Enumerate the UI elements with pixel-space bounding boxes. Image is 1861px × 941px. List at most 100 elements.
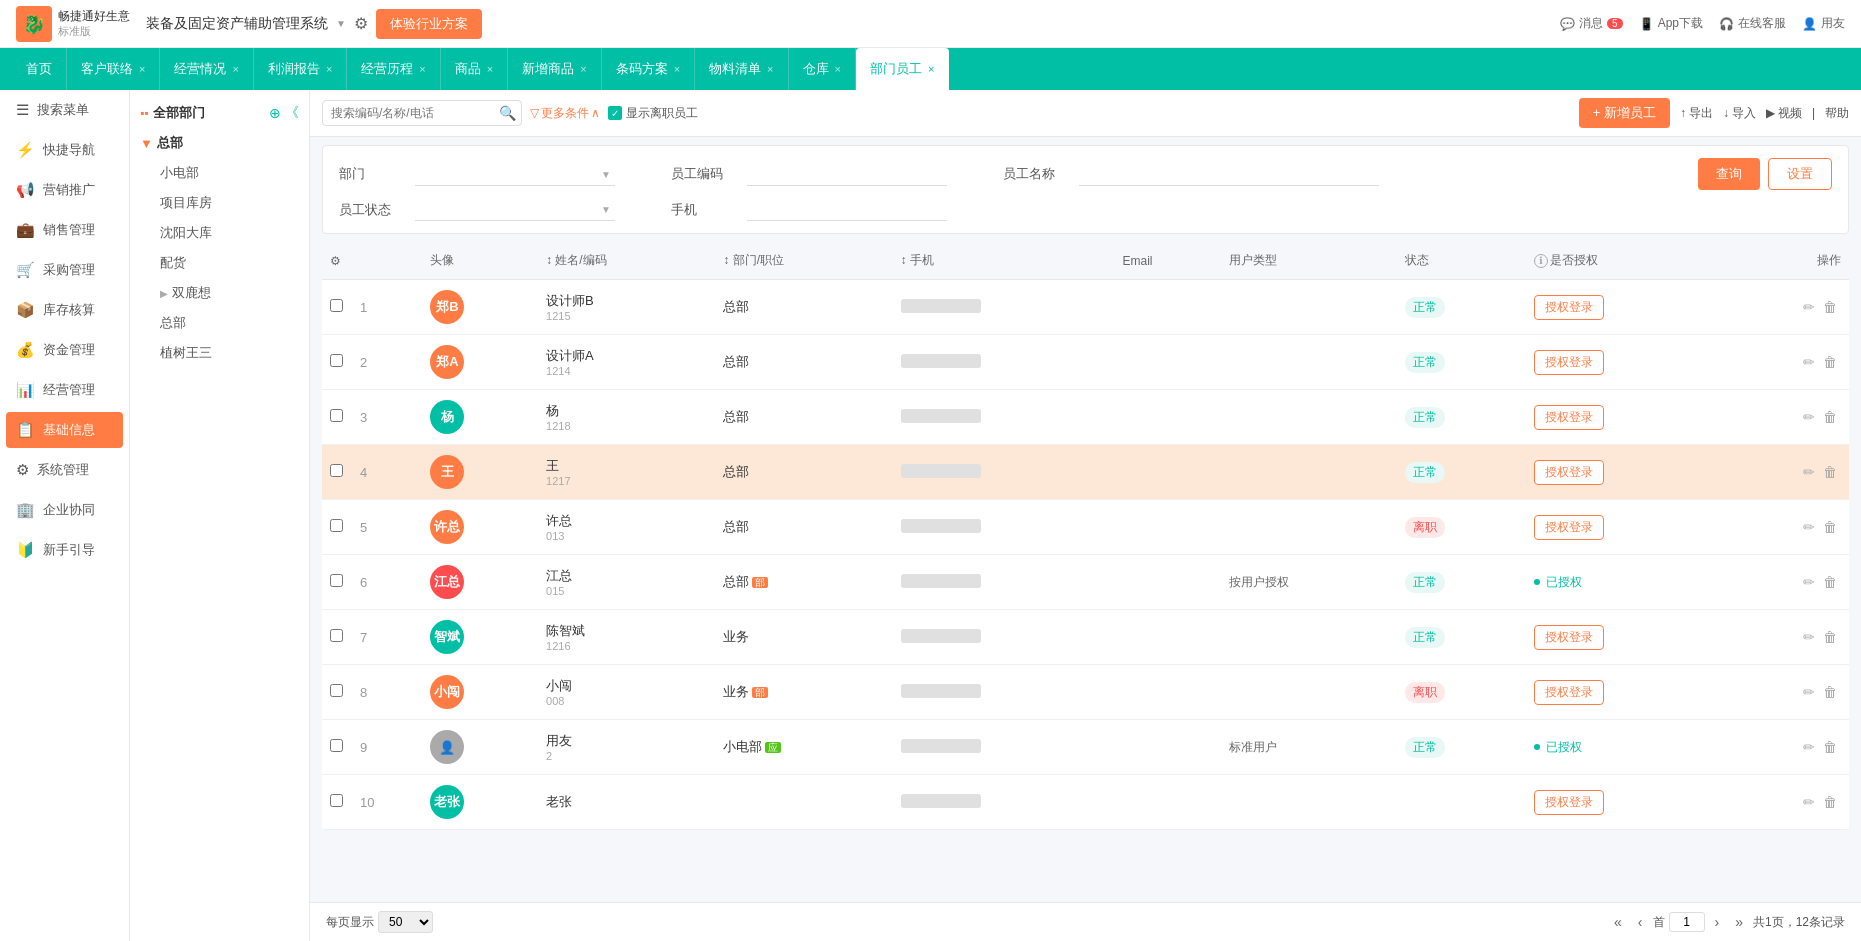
auth-btn[interactable]: 授权登录	[1534, 405, 1604, 430]
tree-item-zhishu[interactable]: 植树王三	[130, 338, 309, 368]
col-name[interactable]: ↕ 姓名/编码	[538, 242, 715, 280]
tab-close-icon[interactable]: ×	[674, 63, 680, 75]
help-text-btn[interactable]: 帮助	[1825, 105, 1849, 122]
auth-btn[interactable]: 授权登录	[1534, 515, 1604, 540]
tab-close-icon[interactable]: ×	[326, 63, 332, 75]
edit-btn[interactable]: ✏	[1803, 299, 1815, 315]
search-input[interactable]	[322, 100, 522, 126]
nav-tab-物料清单[interactable]: 物料清单×	[695, 48, 788, 90]
row-checkbox[interactable]	[330, 519, 343, 532]
sidebar-item-sales[interactable]: 💼销售管理	[0, 210, 129, 250]
emp-code-input[interactable]	[747, 163, 947, 186]
message-btn[interactable]: 💬 消息 5	[1560, 15, 1623, 32]
tab-close-icon[interactable]: ×	[419, 63, 425, 75]
auth-btn[interactable]: 授权登录	[1534, 295, 1604, 320]
delete-btn[interactable]: 🗑	[1823, 739, 1837, 755]
help-btn[interactable]: |	[1812, 106, 1815, 120]
row-checkbox[interactable]	[330, 684, 343, 697]
edit-btn[interactable]: ✏	[1803, 629, 1815, 645]
page-input[interactable]	[1669, 912, 1705, 932]
more-filter-btn[interactable]: ▽ 更多条件 ∧	[530, 105, 600, 122]
add-employee-btn[interactable]: + 新增员工	[1579, 98, 1670, 128]
delete-btn[interactable]: 🗑	[1823, 684, 1837, 700]
last-page-btn[interactable]: »	[1729, 912, 1749, 932]
delete-btn[interactable]: 🗑	[1823, 464, 1837, 480]
emp-status-select[interactable]	[415, 198, 615, 221]
tree-item-zongbu[interactable]: 总部	[130, 308, 309, 338]
gear-button[interactable]: ⚙	[354, 14, 368, 33]
delete-btn[interactable]: 🗑	[1823, 629, 1837, 645]
row-checkbox[interactable]	[330, 574, 343, 587]
app-download-btn[interactable]: 📱 App下载	[1639, 15, 1703, 32]
tree-item-project[interactable]: 项目库房	[130, 188, 309, 218]
tab-close-icon[interactable]: ×	[835, 63, 841, 75]
nav-tab-商品[interactable]: 商品×	[441, 48, 508, 90]
delete-btn[interactable]: 🗑	[1823, 794, 1837, 810]
import-btn[interactable]: ↓ 导入	[1723, 105, 1756, 122]
phone-input[interactable]	[747, 198, 947, 221]
col-settings[interactable]: ⚙	[322, 242, 352, 280]
delete-btn[interactable]: 🗑	[1823, 299, 1837, 315]
delete-btn[interactable]: 🗑	[1823, 574, 1837, 590]
auth-btn[interactable]: 授权登录	[1534, 625, 1604, 650]
delete-btn[interactable]: 🗑	[1823, 409, 1837, 425]
tree-item-shenyang[interactable]: 沈阳大库	[130, 218, 309, 248]
nav-tab-经营历程[interactable]: 经营历程×	[347, 48, 440, 90]
show-resigned-checkbox[interactable]: ✓	[608, 106, 622, 120]
first-page-btn[interactable]: «	[1608, 912, 1628, 932]
row-checkbox[interactable]	[330, 299, 343, 312]
edit-btn[interactable]: ✏	[1803, 464, 1815, 480]
row-checkbox[interactable]	[330, 629, 343, 642]
sidebar-item-inventory[interactable]: 📦库存核算	[0, 290, 129, 330]
auth-btn[interactable]: 授权登录	[1534, 460, 1604, 485]
sidebar-item-guide[interactable]: 🔰新手引导	[0, 530, 129, 570]
row-checkbox[interactable]	[330, 794, 343, 807]
query-btn[interactable]: 查询	[1698, 158, 1760, 190]
sidebar-item-finance[interactable]: 💰资金管理	[0, 330, 129, 370]
nav-tab-部门员工[interactable]: 部门员工×	[856, 48, 949, 90]
sidebar-item-marketing[interactable]: 📢营销推广	[0, 170, 129, 210]
user-btn[interactable]: 👤 用友	[1802, 15, 1845, 32]
auth-info-icon[interactable]: ℹ	[1534, 254, 1548, 268]
nav-tab-利润报告[interactable]: 利润报告×	[254, 48, 347, 90]
tree-collapse-btn[interactable]: 《	[285, 104, 299, 122]
sidebar-item-purchase[interactable]: 🛒采购管理	[0, 250, 129, 290]
tab-close-icon[interactable]: ×	[232, 63, 238, 75]
auth-btn[interactable]: 授权登录	[1534, 680, 1604, 705]
delete-btn[interactable]: 🗑	[1823, 354, 1837, 370]
next-page-btn[interactable]: ›	[1709, 912, 1726, 932]
emp-name-input[interactable]	[1079, 163, 1379, 186]
nav-tab-条码方案[interactable]: 条码方案×	[602, 48, 695, 90]
edit-btn[interactable]: ✏	[1803, 739, 1815, 755]
nav-tab-经营情况[interactable]: 经营情况×	[160, 48, 253, 90]
tree-item-xiaodian[interactable]: 小电部	[130, 158, 309, 188]
delete-btn[interactable]: 🗑	[1823, 519, 1837, 535]
tab-close-icon[interactable]: ×	[487, 63, 493, 75]
row-checkbox[interactable]	[330, 409, 343, 422]
system-title-dropdown[interactable]: ▼	[336, 18, 346, 29]
row-checkbox[interactable]	[330, 739, 343, 752]
sidebar-item-system[interactable]: ⚙系统管理	[0, 450, 129, 490]
nav-tab-仓库[interactable]: 仓库×	[789, 48, 856, 90]
row-checkbox[interactable]	[330, 464, 343, 477]
tab-close-icon[interactable]: ×	[580, 63, 586, 75]
auth-btn[interactable]: 授权登录	[1534, 790, 1604, 815]
edit-btn[interactable]: ✏	[1803, 519, 1815, 535]
nav-tab-新增商品[interactable]: 新增商品×	[508, 48, 601, 90]
nav-tab-客户联络[interactable]: 客户联络×	[67, 48, 160, 90]
tree-group-head[interactable]: ▼ 总部	[130, 128, 309, 158]
page-size-select[interactable]: 50 100	[378, 911, 433, 933]
edit-btn[interactable]: ✏	[1803, 354, 1815, 370]
col-dept[interactable]: ↕ 部门/职位	[715, 242, 892, 280]
view-btn[interactable]: ▶ 视频	[1766, 105, 1802, 122]
set-btn[interactable]: 设置	[1768, 158, 1832, 190]
export-btn[interactable]: ↑ 导出	[1680, 105, 1713, 122]
edit-btn[interactable]: ✏	[1803, 409, 1815, 425]
sidebar-item-basic[interactable]: 📋基础信息	[6, 412, 123, 448]
dept-select[interactable]	[415, 163, 615, 186]
edit-btn[interactable]: ✏	[1803, 684, 1815, 700]
nav-tab-首页[interactable]: 首页	[12, 48, 67, 90]
sidebar-item-corp[interactable]: 🏢企业协同	[0, 490, 129, 530]
sidebar-item-shortcut[interactable]: ⚡快捷导航	[0, 130, 129, 170]
sidebar-item-operations[interactable]: 📊经营管理	[0, 370, 129, 410]
